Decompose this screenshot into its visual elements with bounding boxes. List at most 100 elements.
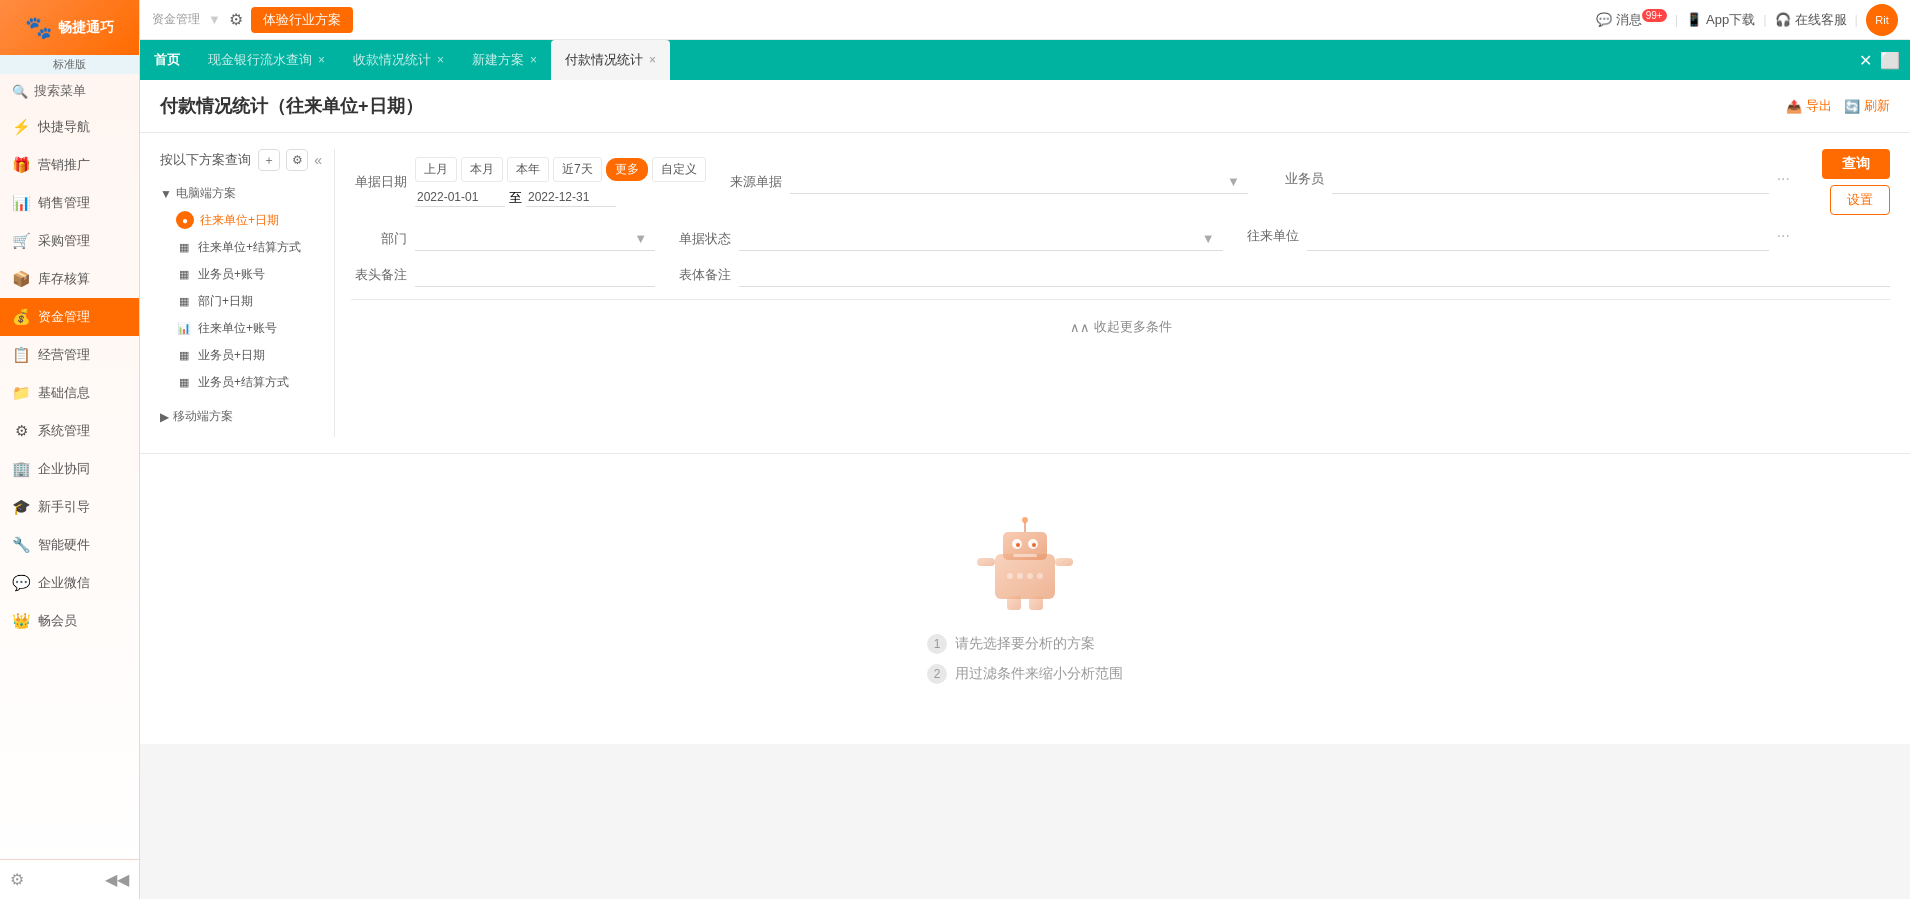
scheme-item-5[interactable]: 📊 往来单位+账号 — [160, 315, 322, 342]
date-btn-7days[interactable]: 近7天 — [553, 157, 602, 182]
sidebar-item-xinshou[interactable]: 🎓 新手引导 — [0, 488, 139, 526]
nav-icon-zhineng: 🔧 — [12, 536, 30, 554]
settings-scheme-btn[interactable]: ⚙ — [286, 149, 308, 171]
nav-label-yingxiao: 营销推广 — [38, 156, 90, 174]
nav-label-xitong: 系统管理 — [38, 422, 90, 440]
scheme-item-3-label: 业务员+账号 — [198, 266, 265, 283]
partner-input[interactable] — [1307, 227, 1769, 251]
scheme-group-desktop: ▼ 电脑端方案 ● 往来单位+日期 ▦ 往来单位+结算方式 ▦ — [160, 181, 322, 396]
nav-label-xinshou: 新手引导 — [38, 498, 90, 516]
main-content: 资金管理 ▼ ⚙ 体验行业方案 💬 消息 99+ | 📱 App下载 | 🎧 在… — [140, 0, 1910, 899]
tab-payment[interactable]: 付款情况统计 × — [551, 40, 670, 80]
source-select[interactable]: ▼ — [790, 170, 1248, 194]
collapse-scheme-btn[interactable]: « — [314, 152, 322, 168]
hint-1-text: 请先选择要分析的方案 — [955, 635, 1095, 653]
tab-payment-close[interactable]: × — [649, 53, 656, 67]
settings-icon[interactable]: ⚙ — [10, 870, 24, 889]
date-from-input[interactable] — [415, 188, 505, 207]
app-download-btn[interactable]: 📱 App下载 — [1686, 11, 1755, 29]
empty-state: 1 请先选择要分析的方案 2 用过滤条件来缩小分析范围 — [140, 454, 1910, 744]
date-label: 单据日期 — [351, 173, 407, 191]
nav-icon-chang: 👑 — [12, 612, 30, 630]
scheme-item-1[interactable]: ● 往来单位+日期 — [160, 206, 322, 234]
add-scheme-btn[interactable]: ＋ — [258, 149, 280, 171]
sidebar-item-zhineng[interactable]: 🔧 智能硬件 — [0, 526, 139, 564]
tab-income-close[interactable]: × — [437, 53, 444, 67]
salesperson-input[interactable] — [1332, 170, 1769, 194]
sidebar-item-xiaoshou[interactable]: 📊 销售管理 — [0, 184, 139, 222]
nav-label-weixin: 企业微信 — [38, 574, 90, 592]
scheme-item-7-icon: ▦ — [176, 375, 192, 391]
nav-icon-xiaoshou: 📊 — [12, 194, 30, 212]
partner-more-btn[interactable]: ··· — [1777, 227, 1790, 245]
date-to-input[interactable] — [526, 188, 616, 207]
settings-btn[interactable]: 设置 — [1830, 185, 1890, 215]
date-btn-this-month[interactable]: 本月 — [461, 157, 503, 182]
msg-btn[interactable]: 💬 消息 99+ — [1596, 11, 1667, 29]
dept-select[interactable]: ▼ — [415, 227, 655, 251]
search-menu-btn[interactable]: 🔍 搜索菜单 — [0, 74, 139, 108]
status-field: 单据状态 ▼ — [675, 227, 1223, 251]
body-note-input[interactable] — [739, 263, 1890, 287]
svg-rect-16 — [1029, 596, 1043, 610]
date-options-group: 上月 本月 本年 近7天 更多 自定义 — [415, 157, 706, 182]
sidebar-item-xitong[interactable]: ⚙ 系统管理 — [0, 412, 139, 450]
tab-home[interactable]: 首页 — [140, 40, 194, 80]
salesperson-more-btn[interactable]: ··· — [1777, 170, 1790, 188]
tab-payment-label: 付款情况统计 — [565, 51, 643, 69]
body-note-label: 表体备注 — [675, 266, 731, 284]
scheme-group-desktop-label: 电脑端方案 — [176, 185, 236, 202]
query-btn[interactable]: 查询 — [1822, 149, 1890, 179]
sidebar-item-kucun[interactable]: 📦 库存核算 — [0, 260, 139, 298]
sidebar-item-weixin[interactable]: 💬 企业微信 — [0, 564, 139, 602]
date-btn-this-year[interactable]: 本年 — [507, 157, 549, 182]
topbar-gear-btn[interactable]: ⚙ — [229, 10, 243, 29]
maximize-btn[interactable]: ⬜ — [1880, 51, 1900, 70]
nav-label-jichu: 基础信息 — [38, 384, 90, 402]
collapse-conditions-btn[interactable]: ∧∧ 收起更多条件 — [1058, 314, 1184, 340]
filter-row-1: 单据日期 上月 本月 本年 近7天 更多 自定义 — [351, 149, 1890, 215]
refresh-btn[interactable]: 🔄 刷新 — [1844, 97, 1890, 115]
nav-icon-xitong: ⚙ — [12, 422, 30, 440]
tab-newplan[interactable]: 新建方案 × — [458, 40, 551, 80]
scheme-group-mobile-title[interactable]: ▶ 移动端方案 — [160, 404, 322, 429]
scheme-item-2[interactable]: ▦ 往来单位+结算方式 — [160, 234, 322, 261]
user-avatar-btn[interactable]: Rit — [1866, 4, 1898, 36]
scheme-item-2-label: 往来单位+结算方式 — [198, 239, 301, 256]
sidebar-item-jingying[interactable]: 📋 经营管理 — [0, 336, 139, 374]
tab-bank-close[interactable]: × — [318, 53, 325, 67]
salesperson-label: 业务员 — [1268, 170, 1324, 188]
sidebar-item-yingxiao[interactable]: 🎁 营销推广 — [0, 146, 139, 184]
date-btn-custom[interactable]: 自定义 — [652, 157, 706, 182]
svg-point-7 — [1022, 517, 1028, 523]
collapse-sidebar-icon[interactable]: ◀◀ — [105, 870, 129, 889]
export-btn[interactable]: 📤 导出 — [1786, 97, 1832, 115]
scheme-group-desktop-title[interactable]: ▼ 电脑端方案 — [160, 181, 322, 206]
sidebar-item-jichu[interactable]: 📁 基础信息 — [0, 374, 139, 412]
msg-icon: 💬 — [1596, 12, 1612, 27]
scheme-item-4[interactable]: ▦ 部门+日期 — [160, 288, 322, 315]
header-note-input[interactable] — [415, 263, 655, 287]
sidebar-item-zijin[interactable]: 💰 资金管理 — [0, 298, 139, 336]
date-btn-last-month[interactable]: 上月 — [415, 157, 457, 182]
tab-income[interactable]: 收款情况统计 × — [339, 40, 458, 80]
industry-btn[interactable]: 体验行业方案 — [251, 7, 353, 33]
nav-icon-kucun: 📦 — [12, 270, 30, 288]
close-tab-btn[interactable]: ✕ — [1859, 51, 1872, 70]
svg-rect-8 — [1013, 554, 1037, 557]
search-menu-label: 搜索菜单 — [34, 82, 86, 100]
sidebar-item-caigou[interactable]: 🛒 采购管理 — [0, 222, 139, 260]
tab-newplan-close[interactable]: × — [530, 53, 537, 67]
sidebar-item-chang[interactable]: 👑 畅会员 — [0, 602, 139, 640]
scheme-item-6[interactable]: ▦ 业务员+日期 — [160, 342, 322, 369]
date-btn-more[interactable]: 更多 — [606, 158, 648, 181]
hint-2-num: 2 — [927, 664, 947, 684]
sidebar-item-kuaijie[interactable]: ⚡ 快捷导航 — [0, 108, 139, 146]
scheme-item-7[interactable]: ▦ 业务员+结算方式 — [160, 369, 322, 396]
sidebar-item-qiye[interactable]: 🏢 企业协同 — [0, 450, 139, 488]
tab-bank[interactable]: 现金银行流水查询 × — [194, 40, 339, 80]
status-select[interactable]: ▼ — [739, 227, 1223, 251]
service-btn[interactable]: 🎧 在线客服 — [1775, 11, 1847, 29]
scheme-item-3[interactable]: ▦ 业务员+账号 — [160, 261, 322, 288]
scheme-group-mobile-label: 移动端方案 — [173, 408, 233, 425]
